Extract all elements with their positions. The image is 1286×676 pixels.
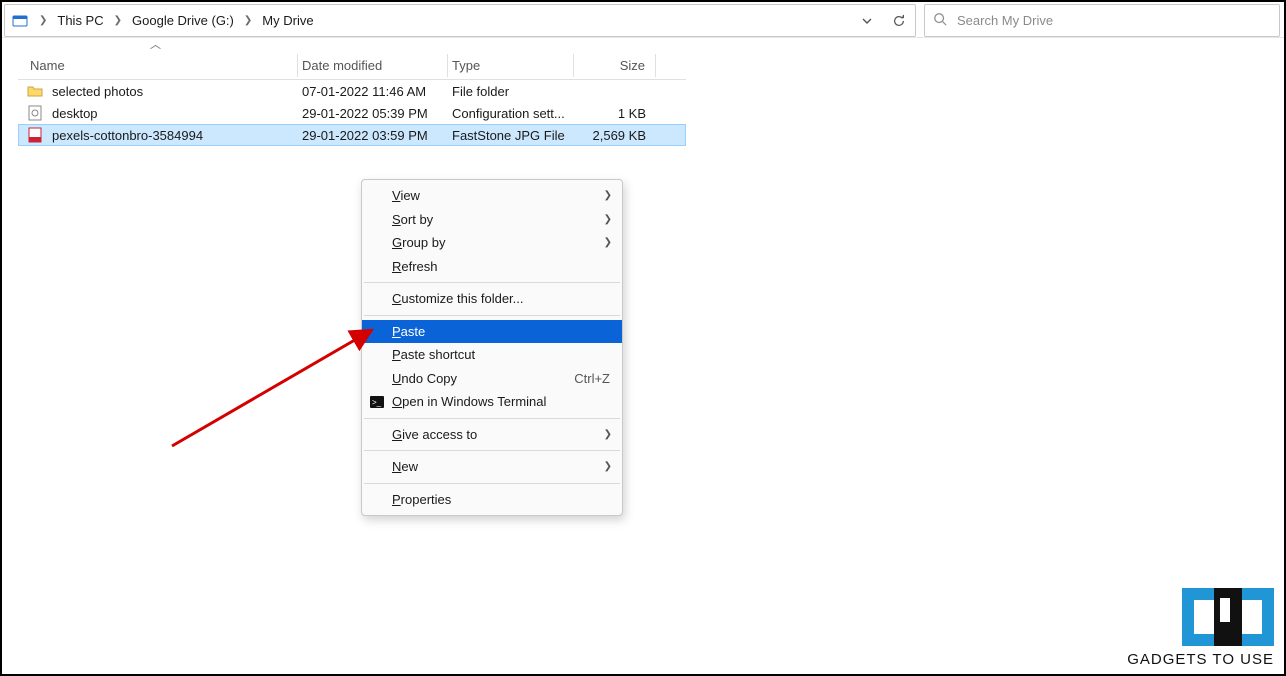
chevron-right-icon: ❯ <box>238 15 258 26</box>
breadcrumb-item[interactable]: This PC <box>53 9 107 32</box>
jpg-icon <box>26 126 44 144</box>
context-menu-item-paste-shortcut[interactable]: Paste shortcut <box>362 343 622 367</box>
refresh-button[interactable] <box>883 14 915 28</box>
address-history-dropdown[interactable] <box>851 15 883 27</box>
context-menu-item-undo-copy[interactable]: Undo Copy Ctrl+Z <box>362 367 622 391</box>
context-menu-shortcut: Ctrl+Z <box>574 371 610 386</box>
context-menu-separator <box>364 282 620 283</box>
file-row[interactable]: desktop 29-01-2022 05:39 PMConfiguration … <box>18 102 686 124</box>
file-type: Configuration sett... <box>448 102 574 125</box>
context-menu-separator <box>364 315 620 316</box>
column-header-size[interactable]: Size <box>574 54 656 77</box>
file-name: pexels-cottonbro-3584994 <box>52 128 203 143</box>
file-name: selected photos <box>52 84 143 99</box>
context-menu: View ❯ Sort by ❯ Group by ❯ Refresh Customize t… <box>361 179 623 516</box>
file-size <box>574 87 656 95</box>
chevron-right-icon: ❯ <box>33 15 53 26</box>
context-menu-separator <box>364 418 620 419</box>
terminal-icon: >_ <box>369 394 385 410</box>
chevron-right-icon: ❯ <box>604 237 612 248</box>
search-icon <box>933 12 947 29</box>
file-type: File folder <box>448 80 574 103</box>
navigation-collapse-row: ︿ <box>2 38 1284 52</box>
chevron-up-icon[interactable]: ︿ <box>150 36 161 52</box>
context-menu-item-customize-this-folder[interactable]: Customize this folder... <box>362 287 622 311</box>
context-menu-item-give-access-to[interactable]: Give access to ❯ <box>362 423 622 447</box>
column-header-name[interactable]: Name <box>18 54 298 77</box>
context-menu-separator <box>364 483 620 484</box>
context-menu-item-refresh[interactable]: Refresh <box>362 255 622 279</box>
breadcrumb-item[interactable]: My Drive <box>258 9 317 32</box>
context-menu-item-view[interactable]: View ❯ <box>362 184 622 208</box>
context-menu-item-new[interactable]: New ❯ <box>362 455 622 479</box>
folder-icon <box>26 82 44 100</box>
watermark-logo-icon <box>1182 588 1274 646</box>
context-menu-label: Properties <box>392 492 451 507</box>
context-menu-label: Give access to <box>392 427 477 442</box>
context-menu-label: Open in Windows Terminal <box>392 394 546 409</box>
context-menu-label: View <box>392 188 420 203</box>
context-menu-label: Paste <box>392 324 425 339</box>
context-menu-label: Customize this folder... <box>392 291 524 306</box>
context-menu-item-sort-by[interactable]: Sort by ❯ <box>362 208 622 232</box>
context-menu-item-open-in-windows-terminal[interactable]: >_ Open in Windows Terminal <box>362 390 622 414</box>
chevron-right-icon: ❯ <box>604 214 612 225</box>
search-box[interactable] <box>924 4 1280 37</box>
context-menu-label: New <box>392 459 418 474</box>
watermark-text: GADGETS TO USE <box>1127 651 1274 668</box>
watermark: GADGETS TO USE <box>1127 588 1274 668</box>
context-menu-item-paste[interactable]: Paste <box>362 320 622 344</box>
context-menu-label: Undo Copy <box>392 371 457 386</box>
context-menu-label: Paste shortcut <box>392 347 475 362</box>
search-input[interactable] <box>957 13 1271 28</box>
file-row[interactable]: selected photos 07-01-2022 11:46 AMFile f… <box>18 80 686 102</box>
file-type: FastStone JPG File <box>448 124 574 147</box>
column-header-date[interactable]: Date modified <box>298 54 448 77</box>
file-list: Name Date modified Type Size selected ph… <box>18 52 686 146</box>
annotation-arrow <box>162 318 392 458</box>
column-headers: Name Date modified Type Size <box>18 52 686 80</box>
file-date: 29-01-2022 05:39 PM <box>298 102 448 125</box>
file-size: 2,569 KB <box>574 124 656 147</box>
breadcrumb-item[interactable]: Google Drive (G:) <box>128 9 238 32</box>
ini-icon <box>26 104 44 122</box>
chevron-right-icon: ❯ <box>604 429 612 440</box>
chevron-right-icon: ❯ <box>604 190 612 201</box>
chevron-right-icon: ❯ <box>108 15 128 26</box>
context-menu-label: Refresh <box>392 259 438 274</box>
column-header-type[interactable]: Type <box>448 54 574 77</box>
chevron-right-icon: ❯ <box>604 461 612 472</box>
file-name: desktop <box>52 106 98 121</box>
file-date: 29-01-2022 03:59 PM <box>298 124 448 147</box>
context-menu-label: Sort by <box>392 212 433 227</box>
svg-text:>_: >_ <box>372 398 382 407</box>
file-size: 1 KB <box>574 102 656 125</box>
file-row[interactable]: pexels-cottonbro-3584994 29-01-2022 03:59… <box>18 124 686 146</box>
context-menu-item-group-by[interactable]: Group by ❯ <box>362 231 622 255</box>
file-date: 07-01-2022 11:46 AM <box>298 80 448 103</box>
address-bar[interactable]: ❯ This PC ❯ Google Drive (G:) ❯ My Drive <box>4 4 916 37</box>
address-and-search-bar: ❯ This PC ❯ Google Drive (G:) ❯ My Drive <box>2 2 1284 38</box>
context-menu-item-properties[interactable]: Properties <box>362 488 622 512</box>
context-menu-label: Group by <box>392 235 446 250</box>
context-menu-separator <box>364 450 620 451</box>
location-drive-icon <box>11 12 29 30</box>
